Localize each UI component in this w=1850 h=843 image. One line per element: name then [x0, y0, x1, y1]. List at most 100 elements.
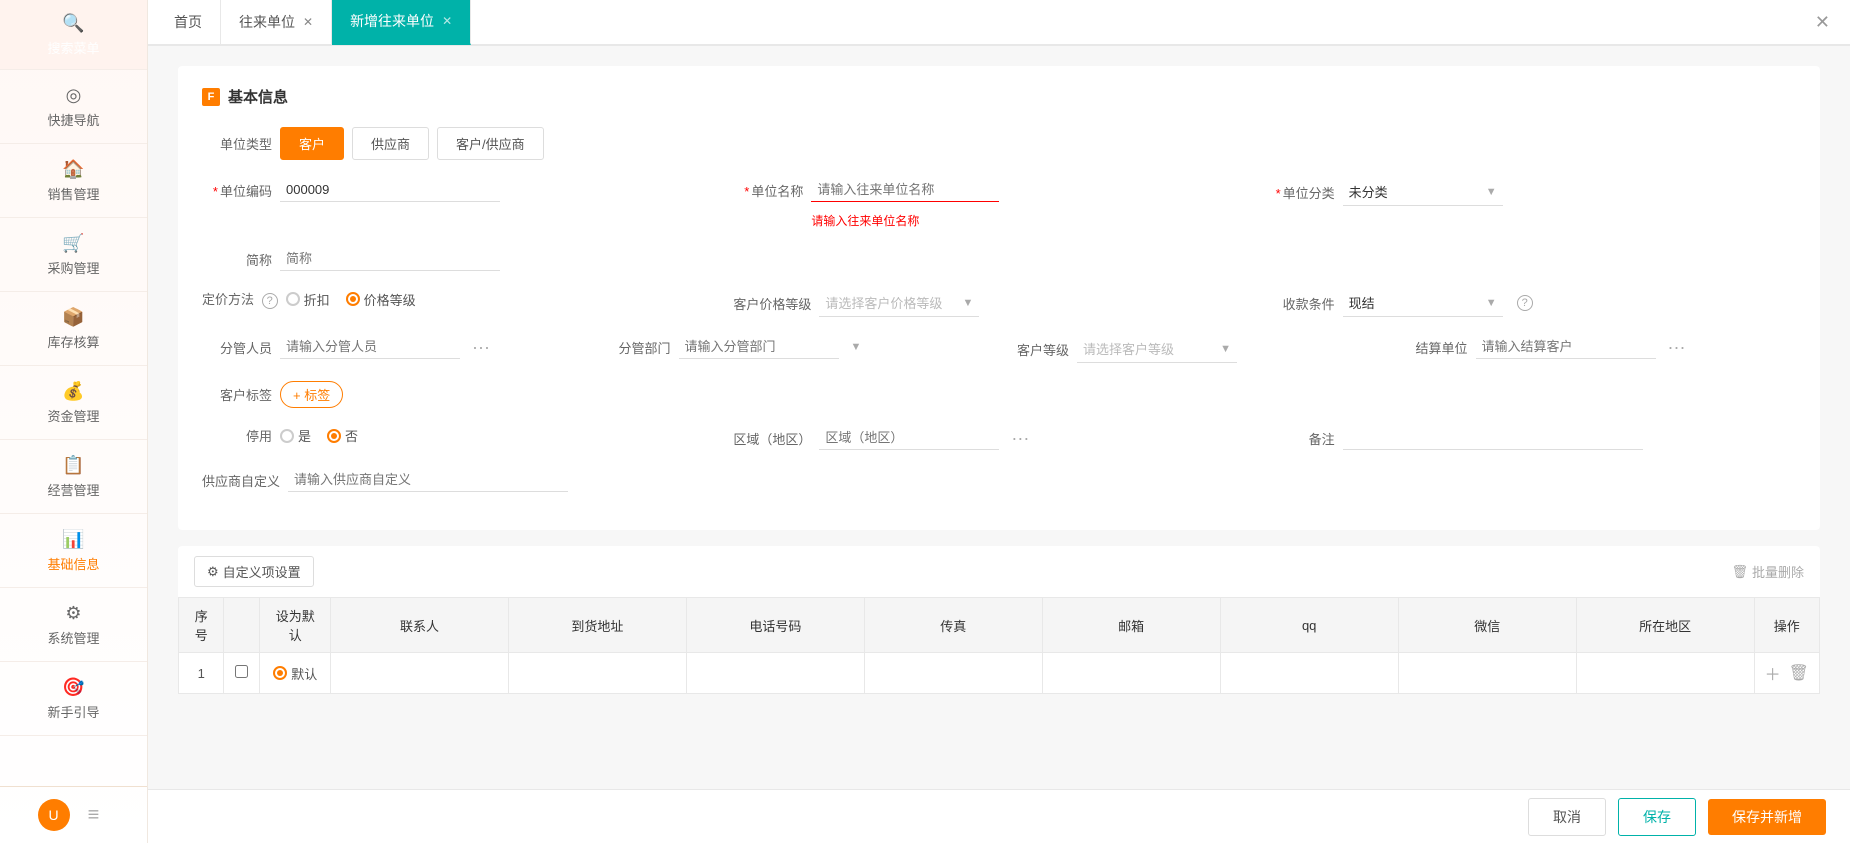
remark-label: 备注: [1265, 429, 1335, 448]
sidebar-item-newbie[interactable]: 🎯 新手引导: [0, 662, 147, 736]
tab-partners-close[interactable]: ✕: [303, 15, 313, 29]
no-radio-circle: [327, 429, 341, 443]
table-row: 1 默认: [179, 653, 1820, 694]
type-btn-group: 客户 供应商 客户/供应商: [280, 127, 544, 160]
manager-cell: 分管人员 ···: [202, 335, 601, 359]
sidebar-item-system[interactable]: ⚙ 系统管理: [0, 588, 147, 662]
sidebar-item-finance[interactable]: 💰 资金管理: [0, 366, 147, 440]
row-fax: [864, 653, 1042, 694]
region-input[interactable]: [819, 426, 999, 450]
sidebar-item-search[interactable]: 🔍 搜索菜单: [0, 0, 147, 70]
region-more-btn[interactable]: ···: [1007, 428, 1033, 449]
qq-input[interactable]: [1231, 666, 1388, 681]
unit-category-label: *单位分类: [1265, 183, 1335, 202]
pricing-radio-level[interactable]: 价格等级: [346, 290, 416, 309]
sidebar-item-purchase[interactable]: 🛒 采购管理: [0, 218, 147, 292]
department-cell: 分管部门 ▼: [601, 335, 1000, 359]
payment-info-icon[interactable]: ?: [1517, 295, 1533, 311]
cancel-button[interactable]: 取消: [1528, 798, 1606, 836]
default-radio-circle: [273, 666, 287, 680]
table-toolbar: ⚙ 自定义项设置 🗑 批量删除: [178, 546, 1820, 597]
short-name-input[interactable]: [280, 247, 500, 271]
region-input2[interactable]: [1587, 666, 1744, 681]
short-name-label: 简称: [202, 250, 272, 269]
save-button[interactable]: 保存: [1618, 798, 1696, 836]
department-input[interactable]: [679, 335, 839, 359]
close-all-tabs[interactable]: ✕: [1803, 12, 1842, 33]
customer-price-cell: 客户价格等级 请选择客户价格等级 ▼: [733, 289, 1264, 317]
col-contact: 联系人: [331, 598, 509, 653]
row-check: [224, 653, 260, 694]
sidebar-item-label: 基础信息: [47, 554, 99, 573]
tab-new-partner-close[interactable]: ✕: [442, 14, 452, 28]
sidebar-item-quick-nav[interactable]: ◎ 快捷导航: [0, 70, 147, 144]
fax-input[interactable]: [875, 666, 1032, 681]
row-checkbox[interactable]: [235, 665, 248, 678]
sidebar: 🔍 搜索菜单 ◎ 快捷导航 🏠 销售管理 🛒 采购管理 📦 库存核算 💰 资金管…: [0, 0, 148, 843]
level-radio-circle: [346, 292, 360, 306]
wechat-input[interactable]: [1409, 666, 1566, 681]
save-new-button[interactable]: 保存并新增: [1708, 799, 1826, 835]
phone-input[interactable]: [697, 666, 854, 681]
add-tag-btn[interactable]: + 标签: [280, 381, 343, 408]
type-btn-customer[interactable]: 客户: [280, 127, 344, 160]
remark-input[interactable]: [1343, 426, 1643, 450]
pricing-radio-discount[interactable]: 折扣: [286, 290, 330, 309]
sidebar-item-operations[interactable]: 📋 经营管理: [0, 440, 147, 514]
page-content: F 基本信息 单位类型 客户 供应商 客户/供应商 *单位编: [148, 46, 1850, 789]
payment-terms-select[interactable]: 现结 ▼: [1343, 289, 1503, 317]
delete-row-icon[interactable]: 🗑: [1789, 663, 1809, 683]
custom-settings-btn[interactable]: ⚙ 自定义项设置: [194, 556, 314, 587]
col-fax: 传真: [864, 598, 1042, 653]
sidebar-item-label: 经营管理: [47, 480, 99, 499]
tab-partners[interactable]: 往来单位 ✕: [221, 0, 332, 45]
tags-cell: 客户标签 + 标签: [202, 381, 1796, 408]
disabled-radio-no[interactable]: 否: [327, 426, 358, 445]
sidebar-item-label: 系统管理: [47, 628, 99, 647]
sidebar-item-label: 新手引导: [47, 702, 99, 721]
add-row-icon[interactable]: ＋: [1765, 661, 1781, 685]
email-input[interactable]: [1053, 666, 1210, 681]
quick-nav-icon: ◎: [63, 84, 85, 106]
sidebar-item-label: 销售管理: [47, 184, 99, 203]
col-phone: 电话号码: [686, 598, 864, 653]
type-btn-both[interactable]: 客户/供应商: [437, 127, 544, 160]
newbie-icon: 🎯: [63, 676, 85, 698]
supplier-custom-input[interactable]: [288, 468, 568, 492]
operations-icon: 📋: [63, 454, 85, 476]
address-input[interactable]: [519, 666, 676, 681]
settlement-more-btn[interactable]: ···: [1664, 337, 1690, 358]
customer-level-select[interactable]: 请选择客户等级 ▼: [1077, 335, 1237, 363]
unit-category-select[interactable]: 未分类 ▼: [1343, 178, 1503, 206]
row-default-radio[interactable]: 默认: [270, 664, 320, 683]
region-label: 区域（地区）: [733, 429, 811, 448]
pricing-info-icon[interactable]: ?: [262, 293, 278, 309]
sidebar-item-basic[interactable]: 📊 基础信息: [0, 514, 147, 588]
unit-code-label: *单位编码: [202, 181, 272, 200]
sidebar-expand-icon[interactable]: ≡: [78, 799, 110, 831]
unit-name-input[interactable]: [811, 178, 999, 202]
yes-radio-circle: [280, 429, 294, 443]
batch-delete-btn[interactable]: 🗑 批量删除: [1731, 562, 1804, 581]
contact-input[interactable]: [341, 666, 498, 681]
sidebar-item-inventory[interactable]: 📦 库存核算: [0, 292, 147, 366]
col-qq: qq: [1220, 598, 1398, 653]
row-seq: 1: [179, 653, 224, 694]
tab-partners-label: 往来单位: [239, 12, 295, 32]
row-contact: [331, 653, 509, 694]
main-area: 首页 往来单位 ✕ 新增往来单位 ✕ ✕ F 基本信息 单位类型 客户: [148, 0, 1850, 843]
customer-level-chevron: ▼: [1220, 343, 1231, 355]
settlement-input[interactable]: [1476, 335, 1656, 359]
manager-input[interactable]: [280, 335, 460, 359]
tab-home[interactable]: 首页: [156, 0, 221, 45]
unit-code-input[interactable]: [280, 178, 500, 202]
purchase-icon: 🛒: [63, 232, 85, 254]
manager-more-btn[interactable]: ···: [468, 337, 494, 358]
user-avatar[interactable]: U: [38, 799, 70, 831]
tab-new-partner[interactable]: 新增往来单位 ✕: [332, 0, 471, 45]
type-btn-supplier[interactable]: 供应商: [352, 127, 429, 160]
sidebar-item-sales[interactable]: 🏠 销售管理: [0, 144, 147, 218]
disabled-row: 停用 是 否 区域（地区） ···: [202, 426, 1796, 450]
disabled-radio-yes[interactable]: 是: [280, 426, 311, 445]
customer-price-select[interactable]: 请选择客户价格等级 ▼: [819, 289, 979, 317]
